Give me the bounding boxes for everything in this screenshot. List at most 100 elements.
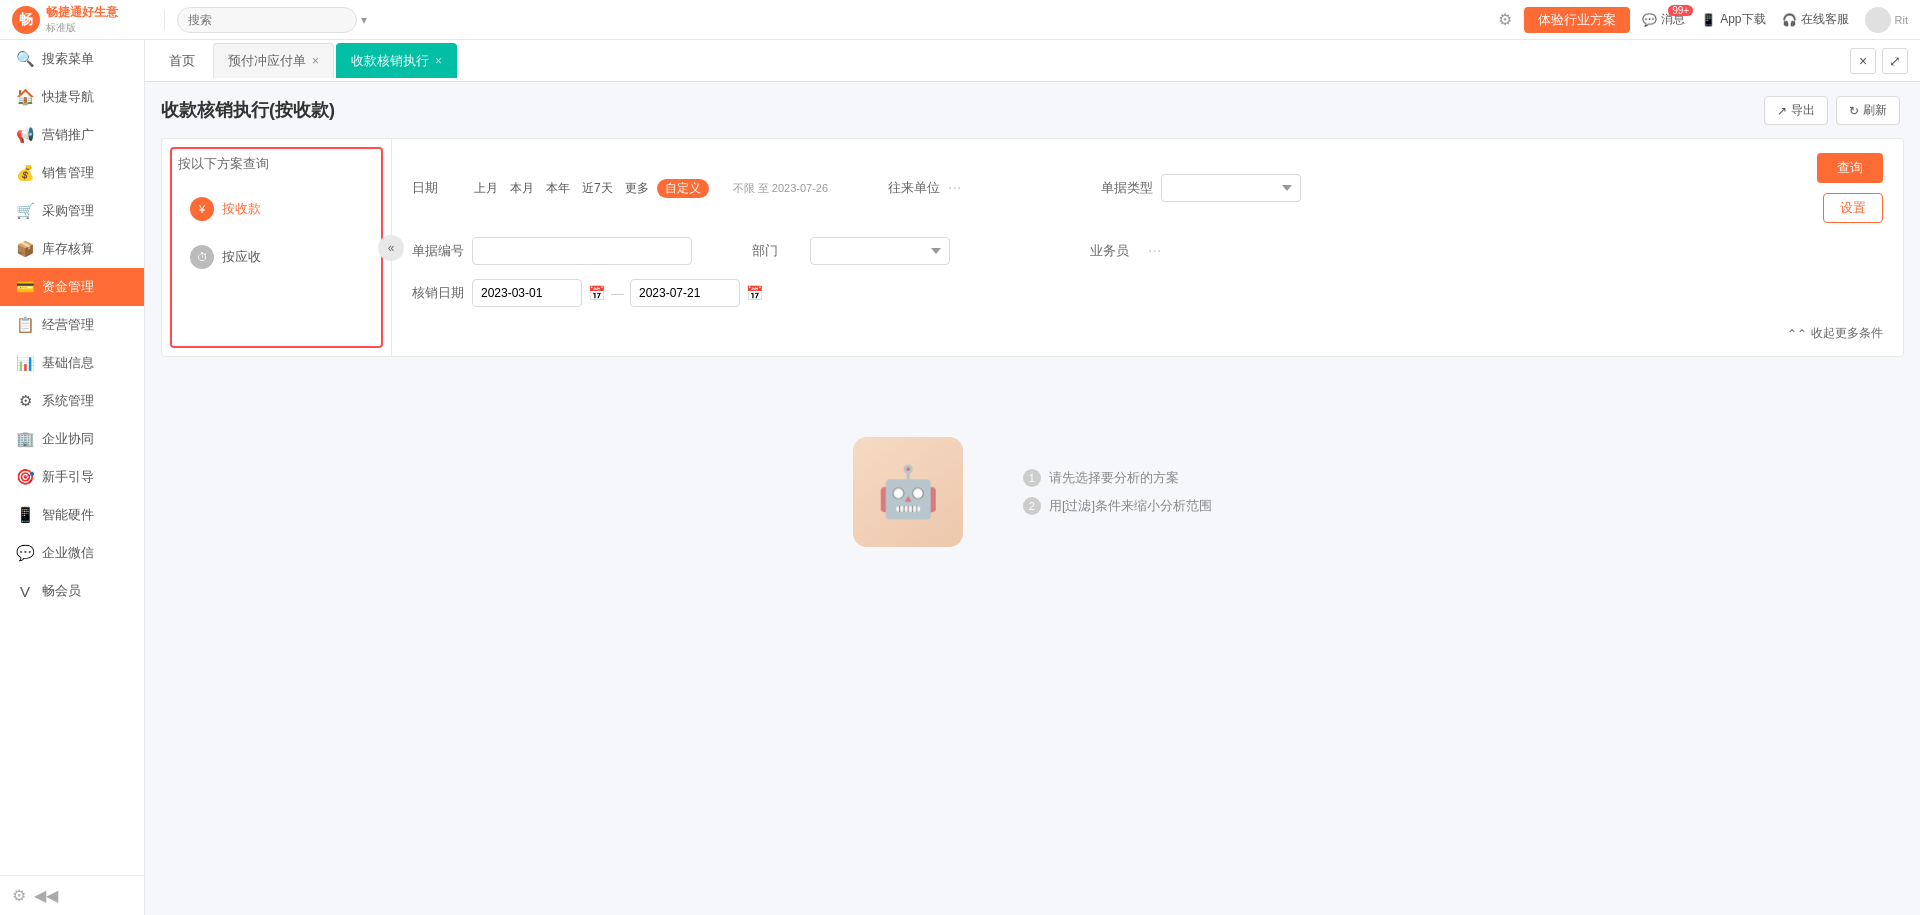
sidebar-label-2: 营销推广	[42, 126, 94, 144]
gear-icon[interactable]: ⚙	[1498, 10, 1512, 29]
sidebar-item-快捷导航[interactable]: 🏠 快捷导航	[0, 78, 144, 116]
tab-expand-btn[interactable]: ⤢	[1882, 48, 1908, 74]
collapse-more-button[interactable]: ⌃⌃ 收起更多条件	[1787, 325, 1883, 342]
calendar-end-icon[interactable]: 📅	[746, 285, 763, 301]
tab-prepay-close[interactable]: ×	[312, 54, 319, 68]
partner-field: 往来单位 ···	[888, 179, 961, 197]
sidebar-item-采购管理[interactable]: 🛒采购管理	[0, 192, 144, 230]
calendar-start-icon[interactable]: 📅	[588, 285, 605, 301]
sidebar-item-畅会员[interactable]: V畅会员	[0, 572, 144, 610]
online-service-button[interactable]: 🎧 在线客服	[1782, 11, 1849, 28]
date-tab-thisyear[interactable]: 本年	[542, 178, 574, 199]
date-range: 📅 — 📅	[472, 279, 763, 307]
empty-tips: 1 请先选择要分析的方案 2 用[过滤]条件来缩小分析范围	[1023, 469, 1212, 515]
filter-right: 日期 上月 本月 本年 近7天 更多 自定义	[392, 139, 1903, 356]
date-tabs: 上月 本月 本年 近7天 更多 自定义	[470, 178, 709, 199]
sidebar-label-12: 智能硬件	[42, 506, 94, 524]
empty-state: 🤖 1 请先选择要分析的方案 2 用[过滤]条件来缩小分析范围	[161, 377, 1904, 607]
query-button[interactable]: 查询	[1817, 153, 1883, 183]
app-download-button[interactable]: 📱 App下载	[1701, 11, 1765, 28]
sidebar-label-10: 企业协同	[42, 430, 94, 448]
dept-select[interactable]	[810, 237, 950, 265]
date-tab-lastmonth[interactable]: 上月	[470, 178, 502, 199]
sidebar-item-库存核算[interactable]: 📦库存核算	[0, 230, 144, 268]
sidebar-item-系统管理[interactable]: ⚙系统管理	[0, 382, 144, 420]
date-label: 日期	[412, 179, 462, 197]
tab-home[interactable]: 首页	[153, 44, 211, 78]
sidebar-icon-7: 📋	[16, 316, 34, 334]
logo: 畅 畅捷通好生意 标准版	[12, 4, 152, 35]
empty-content: 🤖 1 请先选择要分析的方案 2 用[过滤]条件来缩小分析范围	[853, 437, 1212, 547]
tab-receipt-close[interactable]: ×	[435, 54, 442, 68]
refresh-button[interactable]: ↻ 刷新	[1836, 96, 1900, 125]
filter-option-by-receivable[interactable]: ⏱ 按应收	[178, 237, 375, 277]
sidebar-item-企业协同[interactable]: 🏢企业协同	[0, 420, 144, 458]
filter-panel-title: 按以下方案查询	[178, 155, 375, 173]
industry-button[interactable]: 体验行业方案	[1524, 7, 1630, 33]
sidebar-label-0: 搜索菜单	[42, 50, 94, 68]
empty-tip-1-text: 请先选择要分析的方案	[1049, 469, 1179, 487]
tab-receipt-label: 收款核销执行	[351, 52, 429, 70]
collapse-left-button[interactable]: «	[378, 235, 404, 261]
empty-tip-2-text: 用[过滤]条件来缩小分析范围	[1049, 497, 1212, 515]
tab-receipt[interactable]: 收款核销执行 ×	[336, 43, 457, 78]
app-download-label: App下载	[1720, 11, 1765, 28]
date-tab-thismonth[interactable]: 本月	[506, 178, 538, 199]
sidebar-item-资金管理[interactable]: 💳资金管理	[0, 268, 144, 306]
sidebar-item-基础信息[interactable]: 📊基础信息	[0, 344, 144, 382]
content-area: 首页 预付冲应付单 × 收款核销执行 × × ⤢ ↗ 导出	[145, 40, 1920, 915]
tab-prepay-label: 预付冲应付单	[228, 52, 306, 70]
doc-no-input[interactable]	[472, 237, 692, 265]
filter-row-3: 核销日期 📅 — 📅	[412, 279, 1883, 307]
sidebar-item-企业微信[interactable]: 💬企业微信	[0, 534, 144, 572]
sidebar-item-新手引导[interactable]: 🎯新手引导	[0, 458, 144, 496]
doc-type-label: 单据类型	[1101, 179, 1153, 197]
date-custom-tag[interactable]: 自定义	[657, 179, 709, 198]
setting-button[interactable]: 设置	[1823, 193, 1883, 223]
sidebar-icon-2: 📢	[16, 126, 34, 144]
filter-option1-label: 按收款	[222, 200, 261, 218]
sidebar-icon-12: 📱	[16, 506, 34, 524]
collapse-more-label: 收起更多条件	[1811, 325, 1883, 342]
sidebar-item-销售管理[interactable]: 💰销售管理	[0, 154, 144, 192]
export-button[interactable]: ↗ 导出	[1764, 96, 1828, 125]
dept-field: 部门	[752, 237, 950, 265]
sidebar-item-智能硬件[interactable]: 📱 智能硬件	[0, 496, 144, 534]
sidebar-label-7: 经营管理	[42, 316, 94, 334]
tip-number-1: 1	[1023, 469, 1041, 487]
sidebar-label-1: 快捷导航	[42, 88, 94, 106]
verify-date-start[interactable]	[472, 279, 582, 307]
page-title: 收款核销执行(按收款)	[161, 98, 1904, 122]
collapse-more-icon: ⌃⌃	[1787, 327, 1807, 341]
sidebar: 🔍搜索菜单 🏠 快捷导航 📢 营销推广 💰销售管理🛒采购管理📦库存核算💳资金管理 📋 经营管理…	[0, 40, 145, 915]
user-avatar[interactable]: Rit	[1865, 7, 1908, 33]
service-icon: 🎧	[1782, 13, 1797, 27]
messages-badge: 99+	[1668, 5, 1693, 16]
search-input[interactable]	[177, 7, 357, 33]
sidebar-icon-5: 📦	[16, 240, 34, 258]
doc-type-select[interactable]	[1161, 174, 1301, 202]
filter-option-by-receipt[interactable]: ¥ 按收款	[178, 189, 375, 229]
logo-sub: 标准版	[46, 21, 118, 35]
page-top-actions: ↗ 导出 ↻ 刷新	[1764, 96, 1900, 125]
filter-row-2: 单据编号 部门 业务员 ···	[412, 237, 1883, 265]
sidebar-item-营销推广[interactable]: 📢 营销推广	[0, 116, 144, 154]
sidebar-icon-8: 📊	[16, 354, 34, 372]
date-tab-7days[interactable]: 近7天	[578, 178, 617, 199]
chevron-down-icon[interactable]: ▾	[361, 13, 367, 27]
salesperson-dots: ···	[1148, 242, 1161, 260]
verify-date-end[interactable]	[630, 279, 740, 307]
sidebar-icon-1: 🏠	[16, 88, 34, 106]
page-wrapper: ↗ 导出 ↻ 刷新 收款核销执行(按收款) 按以下方案查询	[145, 82, 1920, 915]
empty-tip-1: 1 请先选择要分析的方案	[1023, 469, 1212, 487]
messages-button[interactable]: 💬 消息 99+	[1642, 11, 1685, 28]
sidebar-item-搜索菜单[interactable]: 🔍搜索菜单	[0, 40, 144, 78]
settings-icon[interactable]: ⚙	[12, 886, 26, 905]
tab-close-btn[interactable]: ×	[1850, 48, 1876, 74]
date-tab-more[interactable]: 更多	[621, 178, 653, 199]
tab-prepay[interactable]: 预付冲应付单 ×	[213, 43, 334, 78]
sidebar-item-经营管理[interactable]: 📋 经营管理	[0, 306, 144, 344]
collapse-sidebar-icon[interactable]: ◀◀	[34, 886, 58, 905]
avatar	[1865, 7, 1891, 33]
date-field: 日期 上月 本月 本年 近7天 更多 自定义	[412, 178, 709, 199]
